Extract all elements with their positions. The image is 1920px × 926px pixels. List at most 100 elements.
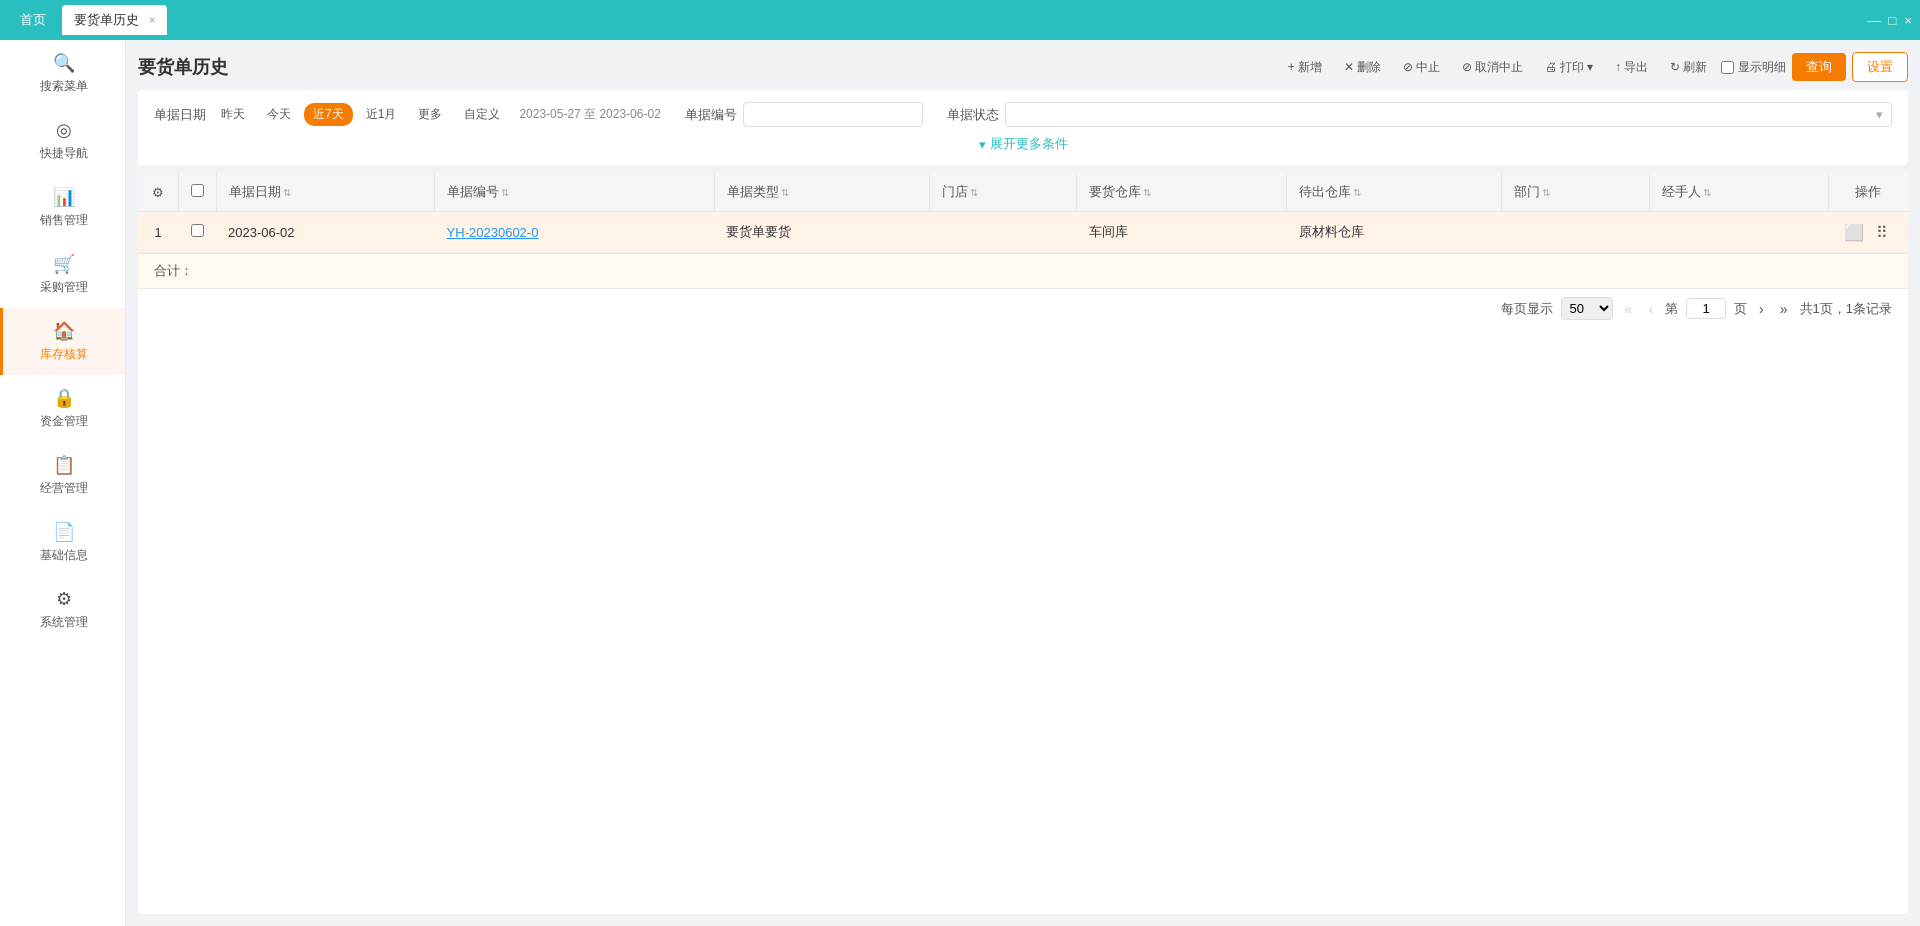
row-settings: 1 (138, 212, 178, 253)
col-doc-no[interactable]: 单据编号⇅ (435, 173, 715, 212)
date-btn-7days[interactable]: 近7天 (304, 103, 353, 126)
doc-no-input[interactable] (743, 102, 923, 127)
display-detail-label: 显示明细 (1738, 59, 1786, 76)
cancel-stop-button[interactable]: ⊘ 取消中止 (1454, 55, 1531, 80)
stop-label: 中止 (1416, 59, 1440, 76)
sidebar-item-ops-mgmt[interactable]: 📋 经营管理 (0, 442, 125, 509)
sort-doctype-icon: ⇅ (781, 187, 789, 198)
date-buttons: 昨天 今天 近7天 近1月 更多 自定义 (212, 103, 509, 126)
toolbar: + 新增 ✕ 删除 ⊘ 中止 ⊘ 取消中止 🖨 打印 ▾ (1280, 52, 1908, 82)
page-label: 第 (1665, 300, 1678, 318)
sidebar-item-basic-info[interactable]: 📄 基础信息 (0, 509, 125, 576)
print-chevron-icon: ▾ (1587, 60, 1593, 74)
cell-doc-no[interactable]: YH-20230602-0 (435, 212, 715, 253)
status-chevron-icon: ▾ (1876, 107, 1883, 122)
total-info: 共1页，1条记录 (1800, 300, 1892, 318)
sidebar-item-purchase-mgmt[interactable]: 🛒 采购管理 (0, 241, 125, 308)
page-size-select[interactable]: 50 20 100 (1561, 297, 1613, 320)
first-page-btn[interactable]: « (1621, 299, 1637, 319)
minimize-btn[interactable]: — (1868, 13, 1881, 28)
tab-requisition-label: 要货单历史 (74, 11, 139, 29)
export-button[interactable]: ↑ 导出 (1607, 55, 1656, 80)
col-handler[interactable]: 经手人⇅ (1649, 173, 1828, 212)
doc-no-label: 单据编号 (685, 106, 737, 124)
sidebar-item-sys-mgmt-label: 系统管理 (40, 614, 88, 631)
search-menu-icon: 🔍 (53, 52, 75, 74)
sidebar-item-inventory[interactable]: 🏠 库存核算 (0, 308, 125, 375)
cell-action: ⬜ ⠿ (1828, 212, 1908, 253)
settings-button[interactable]: 设置 (1852, 52, 1908, 82)
table-wrapper: ⚙ 单据日期⇅ 单据编号⇅ 单据类型⇅ (138, 173, 1908, 914)
expand-label: 展开更多条件 (990, 135, 1068, 153)
basic-info-icon: 📄 (53, 521, 75, 543)
row-more-btn[interactable]: ⠿ (1870, 220, 1894, 244)
sort-req-wh-icon: ⇅ (1143, 187, 1151, 198)
next-page-btn[interactable]: › (1755, 299, 1768, 319)
date-btn-yesterday[interactable]: 昨天 (212, 103, 254, 126)
sort-dept-icon: ⇅ (1542, 187, 1550, 198)
col-date[interactable]: 单据日期⇅ (216, 173, 435, 212)
row-edit-btn[interactable]: ⬜ (1842, 220, 1866, 244)
col-req-warehouse[interactable]: 要货仓库⇅ (1077, 173, 1287, 212)
page-header: 要货单历史 + 新增 ✕ 删除 ⊘ 中止 ⊘ 取消中止 🖨 打印 (138, 52, 1908, 82)
col-department[interactable]: 部门⇅ (1502, 173, 1649, 212)
print-label: 打印 (1560, 59, 1584, 76)
status-select[interactable]: ▾ (1005, 102, 1892, 127)
expand-more-btn[interactable]: ▾ 展开更多条件 (154, 135, 1892, 153)
sys-mgmt-icon: ⚙ (56, 588, 72, 610)
sidebar-item-search-menu-label: 搜索菜单 (40, 78, 88, 95)
date-btn-1month[interactable]: 近1月 (357, 103, 406, 126)
sidebar-item-search-menu[interactable]: 🔍 搜索菜单 (0, 40, 125, 107)
display-detail-toggle[interactable]: 显示明细 (1721, 59, 1786, 76)
col-settings[interactable]: ⚙ (138, 173, 178, 212)
doc-no-link[interactable]: YH-20230602-0 (447, 225, 539, 240)
sidebar-item-finance[interactable]: 🔒 资金管理 (0, 375, 125, 442)
cancel-stop-label: 取消中止 (1475, 59, 1523, 76)
cell-handler (1649, 212, 1828, 253)
delete-button[interactable]: ✕ 删除 (1336, 55, 1389, 80)
page-suffix: 页 (1734, 300, 1747, 318)
tab-close-icon[interactable]: × (149, 14, 155, 26)
col-doc-type[interactable]: 单据类型⇅ (714, 173, 929, 212)
tab-home[interactable]: 首页 (8, 5, 58, 35)
print-icon: 🖨 (1545, 60, 1557, 74)
new-button[interactable]: + 新增 (1280, 55, 1330, 80)
sidebar-item-quick-nav[interactable]: ◎ 快捷导航 (0, 107, 125, 174)
table-header-row: ⚙ 单据日期⇅ 单据编号⇅ 单据类型⇅ (138, 173, 1908, 212)
sidebar-item-sales-mgmt[interactable]: 📊 销售管理 (0, 174, 125, 241)
maximize-btn[interactable]: □ (1889, 13, 1897, 28)
col-store[interactable]: 门店⇅ (929, 173, 1076, 212)
display-detail-checkbox[interactable] (1721, 61, 1734, 74)
date-filter-group: 单据日期 昨天 今天 近7天 近1月 更多 自定义 2023-05-27 至 2… (154, 103, 661, 126)
table-body: 1 2023-06-02 YH-20230602-0 要货单要货 车间库 原材料… (138, 212, 1908, 253)
tab-requisition-history[interactable]: 要货单历史 × (62, 5, 167, 35)
close-btn[interactable]: × (1904, 13, 1912, 28)
last-page-btn[interactable]: » (1776, 299, 1792, 319)
row-checkbox[interactable] (178, 212, 216, 253)
query-button[interactable]: 查询 (1792, 53, 1846, 81)
select-all-checkbox[interactable] (191, 184, 204, 197)
sidebar-item-sys-mgmt[interactable]: ⚙ 系统管理 (0, 576, 125, 643)
cell-date: 2023-06-02 (216, 212, 435, 253)
cell-req-warehouse: 车间库 (1077, 212, 1287, 253)
date-btn-custom[interactable]: 自定义 (455, 103, 509, 126)
finance-icon: 🔒 (53, 387, 75, 409)
footer-label: 合计： (154, 263, 193, 278)
sidebar-item-quick-nav-label: 快捷导航 (40, 145, 88, 162)
delete-label: 删除 (1357, 59, 1381, 76)
date-btn-more[interactable]: 更多 (409, 103, 451, 126)
content-area: 要货单历史 + 新增 ✕ 删除 ⊘ 中止 ⊘ 取消中止 🖨 打印 (126, 40, 1920, 926)
cell-doc-type: 要货单要货 (714, 212, 929, 253)
date-btn-today[interactable]: 今天 (258, 103, 300, 126)
quick-nav-icon: ◎ (56, 119, 72, 141)
prev-page-btn[interactable]: ‹ (1644, 299, 1657, 319)
refresh-button[interactable]: ↻ 刷新 (1662, 55, 1715, 80)
doc-no-filter-group: 单据编号 (685, 102, 923, 127)
refresh-icon: ↻ (1670, 60, 1680, 74)
col-pending-warehouse[interactable]: 待出仓库⇅ (1287, 173, 1502, 212)
row-select-checkbox[interactable] (191, 224, 204, 237)
sidebar-item-ops-mgmt-label: 经营管理 (40, 480, 88, 497)
stop-button[interactable]: ⊘ 中止 (1395, 55, 1448, 80)
print-button[interactable]: 🖨 打印 ▾ (1537, 55, 1601, 80)
current-page-input[interactable] (1686, 298, 1726, 319)
